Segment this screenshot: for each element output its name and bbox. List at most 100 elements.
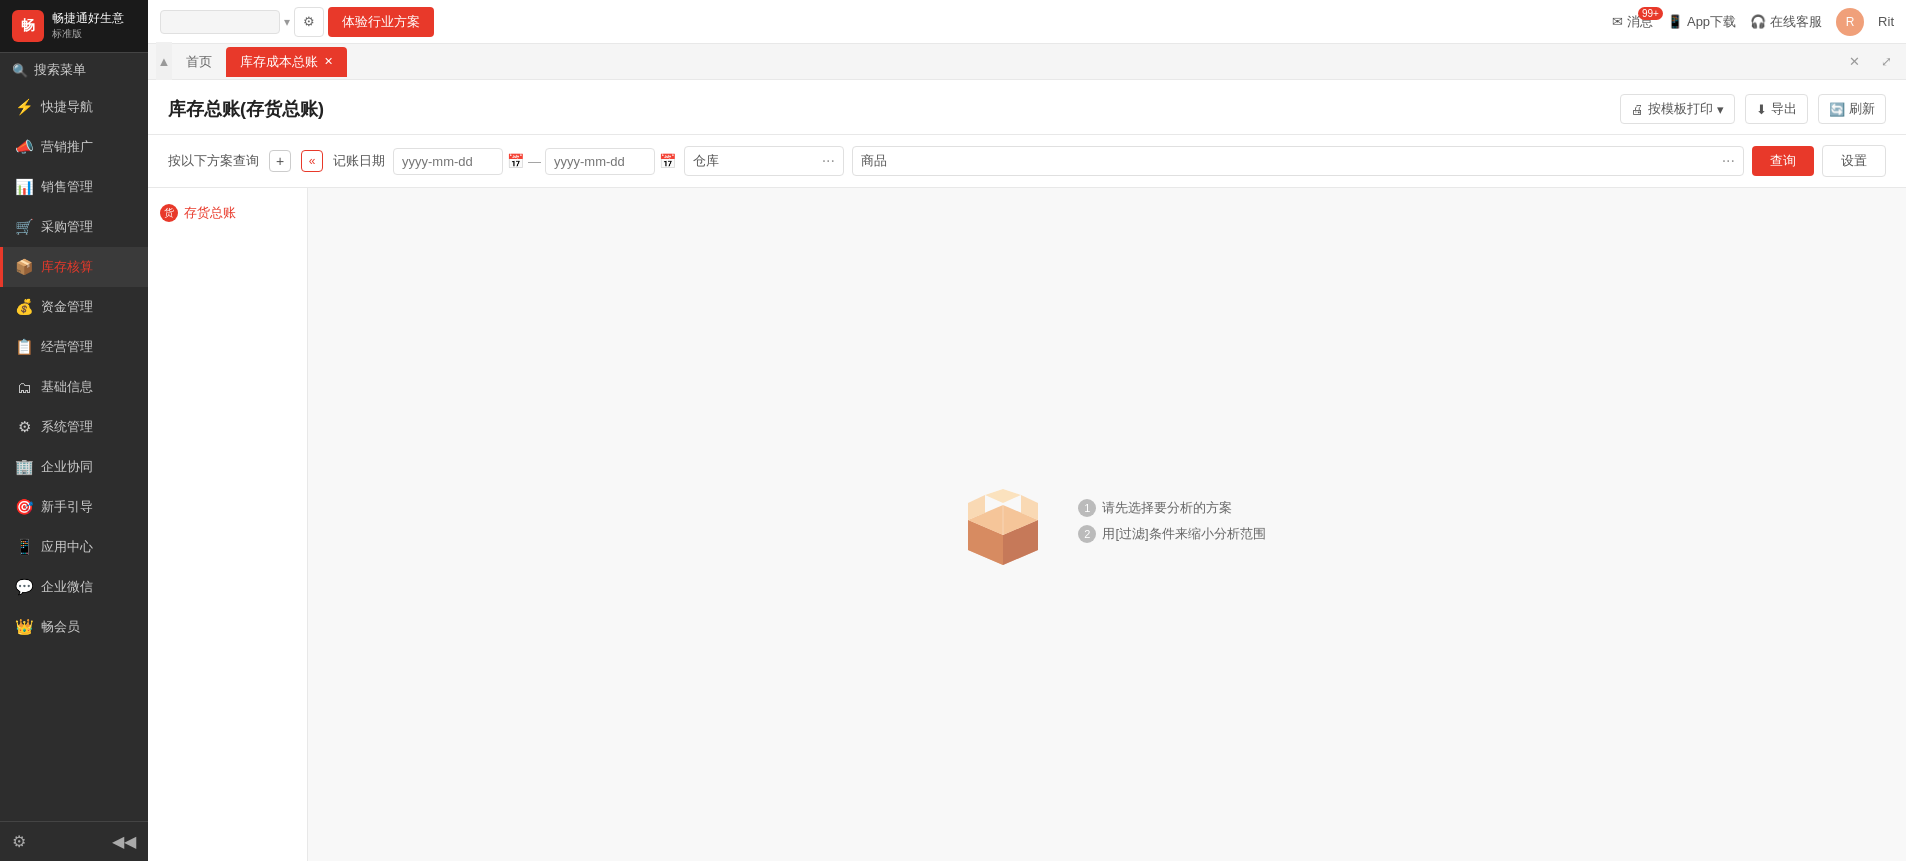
export-label: 导出 (1771, 100, 1797, 118)
top-bar-right: ✉ 消息 99+ 📱 App下载 🎧 在线客服 R Rit (1612, 8, 1894, 36)
sidebar-item-label: 企业微信 (41, 578, 93, 596)
tab-inventory-ledger[interactable]: 库存成本总账 ✕ (226, 47, 347, 77)
search-menu-item[interactable]: 🔍 搜索菜单 (0, 53, 148, 87)
step-2-num: 2 (1078, 525, 1096, 543)
sidebar-item-system[interactable]: ⚙ 系统管理 (0, 407, 148, 447)
sidebar-footer: ⚙ ◀◀ (0, 821, 148, 861)
sidebar-item-guide[interactable]: 🎯 新手引导 (0, 487, 148, 527)
scheme-item-label: 存货总账 (184, 204, 236, 222)
enterprise-icon: 🏢 (15, 458, 33, 476)
industry-solution-button[interactable]: 体验行业方案 (328, 7, 434, 37)
message-button[interactable]: ✉ 消息 99+ (1612, 13, 1653, 31)
tab-inventory-ledger-label: 库存成本总账 (240, 53, 318, 71)
inventory-icon: 📦 (15, 258, 33, 276)
sidebar-item-member[interactable]: 👑 畅会员 (0, 607, 148, 647)
sidebar-item-base-info[interactable]: 🗂 基础信息 (0, 367, 148, 407)
sidebar-logo: 畅 畅捷通好生意 标准版 (0, 0, 148, 53)
app-download-button[interactable]: 📱 App下载 (1667, 13, 1736, 31)
sidebar-item-label: 经营管理 (41, 338, 93, 356)
print-chevron-icon: ▾ (1717, 102, 1724, 117)
online-support-button[interactable]: 🎧 在线客服 (1750, 13, 1822, 31)
main-area: ▾ ⚙ 体验行业方案 ✉ 消息 99+ 📱 App下载 🎧 在线客服 R (148, 0, 1906, 861)
refresh-button[interactable]: 🔄 刷新 (1818, 94, 1886, 124)
sidebar-item-inventory[interactable]: 📦 库存核算 (0, 247, 148, 287)
user-name[interactable]: Rit (1878, 14, 1894, 29)
date-separator: — (528, 154, 541, 169)
sidebar-item-marketing[interactable]: 📣 营销推广 (0, 127, 148, 167)
date-range-input: 📅 — 📅 (393, 148, 676, 175)
empty-content: 1 请先选择要分析的方案 2 用[过滤]条件来缩小分析范围 (948, 475, 1265, 575)
print-button[interactable]: 🖨 按模板打印 ▾ (1620, 94, 1735, 124)
filter-add-button[interactable]: + (269, 150, 291, 172)
marketing-icon: 📣 (15, 138, 33, 156)
sidebar-item-label: 采购管理 (41, 218, 93, 236)
app-badge: 标准版 (52, 27, 124, 41)
wechat-icon: 💬 (15, 578, 33, 596)
sales-icon: 📊 (15, 178, 33, 196)
tab-home[interactable]: 首页 (172, 47, 226, 77)
operations-icon: 📋 (15, 338, 33, 356)
export-icon: ⬇ (1756, 102, 1767, 117)
topbar-settings-button[interactable]: ⚙ (294, 7, 324, 37)
warehouse-input[interactable]: 仓库 ··· (684, 146, 844, 176)
date-end-input[interactable] (545, 148, 655, 175)
search-icon: 🔍 (12, 63, 28, 78)
app-name: 畅捷通好生意 (52, 11, 124, 27)
sidebar-item-label: 新手引导 (41, 498, 93, 516)
sidebar-item-sales[interactable]: 📊 销售管理 (0, 167, 148, 207)
sidebar-item-label: 资金管理 (41, 298, 93, 316)
goods-more-icon[interactable]: ··· (1722, 152, 1735, 170)
phone-icon: 📱 (1667, 14, 1683, 29)
base-info-icon: 🗂 (15, 379, 33, 396)
app-download-label: App下载 (1687, 13, 1736, 31)
top-bar: ▾ ⚙ 体验行业方案 ✉ 消息 99+ 📱 App下载 🎧 在线客服 R (148, 0, 1906, 44)
printer-icon: 🖨 (1631, 102, 1644, 117)
export-button[interactable]: ⬇ 导出 (1745, 94, 1808, 124)
scheme-item-inventory-ledger[interactable]: 货 存货总账 (148, 196, 307, 230)
goods-input[interactable]: 商品 ··· (852, 146, 1744, 176)
refresh-icon: 🔄 (1829, 102, 1845, 117)
logo-char: 畅 (21, 17, 35, 35)
sidebar-item-app-center[interactable]: 📱 应用中心 (0, 527, 148, 567)
system-icon: ⚙ (15, 418, 33, 436)
expand-panel-button[interactable]: ⤢ (1874, 50, 1898, 74)
tab-home-label: 首页 (186, 53, 212, 71)
sidebar-item-label: 销售管理 (41, 178, 93, 196)
sidebar-item-quick-nav[interactable]: ⚡ 快捷导航 (0, 87, 148, 127)
logo-text-block: 畅捷通好生意 标准版 (52, 11, 124, 41)
gear-icon: ⚙ (303, 14, 315, 29)
tab-close-icon[interactable]: ✕ (324, 55, 333, 68)
avatar-char: R (1846, 15, 1855, 29)
sidebar-item-label: 快捷导航 (41, 98, 93, 116)
sidebar-item-finance[interactable]: 💰 资金管理 (0, 287, 148, 327)
query-button[interactable]: 查询 (1752, 146, 1814, 176)
header-actions: 🖨 按模板打印 ▾ ⬇ 导出 🔄 刷新 (1620, 94, 1886, 124)
calendar-end-icon[interactable]: 📅 (659, 153, 676, 169)
sidebar-item-operations[interactable]: 📋 经营管理 (0, 327, 148, 367)
sidebar-item-label: 企业协同 (41, 458, 93, 476)
sidebar-item-wechat[interactable]: 💬 企业微信 (0, 567, 148, 607)
member-icon: 👑 (15, 618, 33, 636)
warehouse-more-icon[interactable]: ··· (822, 152, 835, 170)
collapse-sidebar-icon[interactable]: ◀◀ (112, 832, 136, 851)
sidebar-item-label: 畅会员 (41, 618, 80, 636)
calendar-start-icon[interactable]: 📅 (507, 153, 524, 169)
scheme-item-icon: 货 (160, 204, 178, 222)
breadcrumb-input[interactable] (160, 10, 280, 34)
finance-icon: 💰 (15, 298, 33, 316)
tab-scroll-up[interactable]: ▲ (156, 42, 172, 82)
chevron-down-icon[interactable]: ▾ (284, 15, 290, 29)
guide-icon: 🎯 (15, 498, 33, 516)
settings-footer-icon[interactable]: ⚙ (12, 832, 26, 851)
message-badge: 99+ (1638, 7, 1663, 20)
filter-settings-button[interactable]: 设置 (1822, 145, 1886, 177)
sidebar-item-label: 系统管理 (41, 418, 93, 436)
date-start-input[interactable] (393, 148, 503, 175)
filter-collapse-button[interactable]: « (301, 150, 323, 172)
sidebar-item-enterprise[interactable]: 🏢 企业协同 (0, 447, 148, 487)
sidebar-item-purchase[interactable]: 🛒 采购管理 (0, 207, 148, 247)
close-panel-button[interactable]: ✕ (1842, 50, 1866, 74)
date-label: 记账日期 (333, 152, 385, 170)
search-menu-label: 搜索菜单 (34, 61, 86, 79)
goods-label: 商品 (861, 152, 887, 170)
